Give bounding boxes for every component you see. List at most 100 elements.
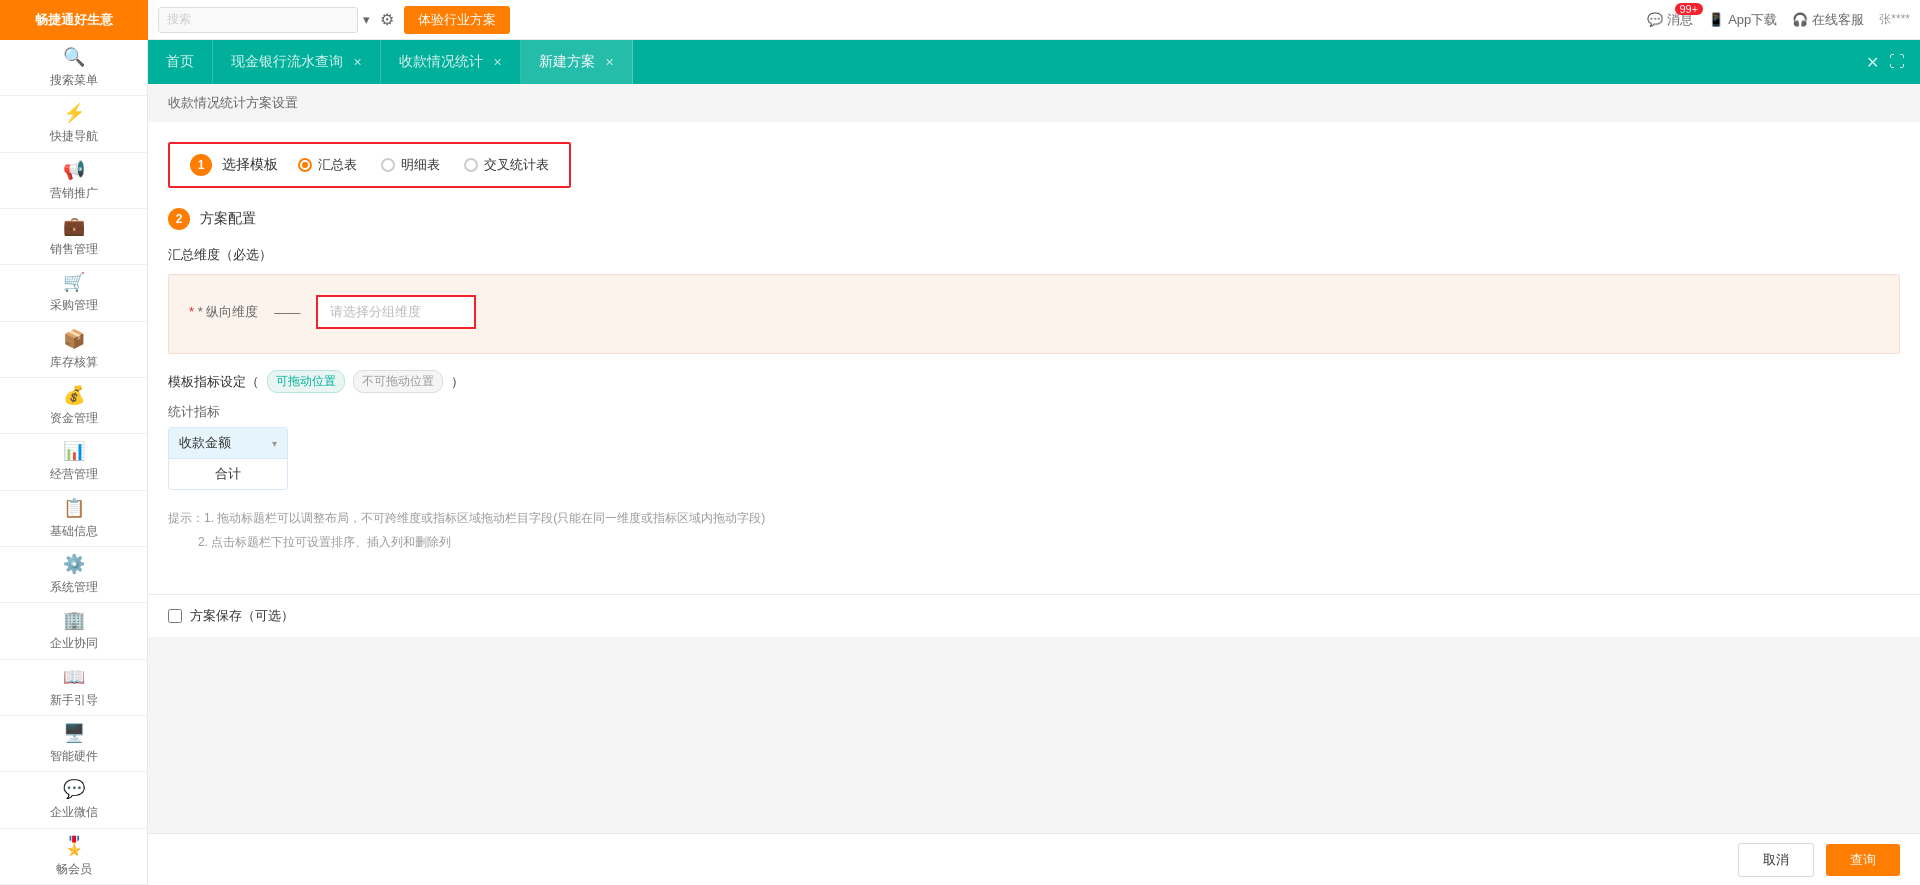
trial-button[interactable]: 体验行业方案 — [404, 6, 510, 34]
sidebar-item-label: 快捷导航 — [50, 128, 98, 145]
lightning-icon: ⚡ — [63, 102, 85, 124]
sidebar-item-member[interactable]: 🎖️ 畅会员 — [0, 829, 147, 885]
clipboard-icon: 📋 — [63, 497, 85, 519]
sidebar-item-label: 搜索菜单 — [50, 72, 98, 89]
tip-1: 提示：1. 拖动标题栏可以调整布局，不可跨维度或指标区域拖动栏目字段(只能在同一… — [168, 506, 1900, 530]
cart-icon: 🛒 — [63, 271, 85, 293]
radio-summary[interactable]: 汇总表 — [298, 156, 357, 174]
save-checkbox[interactable] — [168, 609, 182, 623]
book-icon: 📖 — [63, 666, 85, 688]
save-option-bar: 方案保存（可选） — [148, 594, 1920, 637]
headset-icon: 🎧 — [1792, 12, 1808, 27]
user-name: 张**** — [1879, 11, 1910, 28]
dimension-row: * * 纵向维度 —— 请选择分组维度 — [189, 295, 1879, 329]
tip-2: 2. 点击标题栏下拉可设置排序、插入列和删除列 — [168, 530, 1900, 554]
query-button[interactable]: 查询 — [1826, 844, 1900, 876]
sidebar-item-label: 企业微信 — [50, 804, 98, 821]
chart-icon: 📊 — [63, 440, 85, 462]
step1-box: 1 选择模板 汇总表 明细表 — [168, 142, 571, 188]
briefcase-icon: 💼 — [63, 215, 85, 237]
app-download-button[interactable]: 📱 App下载 — [1708, 11, 1777, 29]
sidebar-item-search[interactable]: 🔍 搜索菜单 — [0, 40, 147, 96]
sidebar-item-basicinfo[interactable]: 📋 基础信息 — [0, 491, 147, 547]
tab-home[interactable]: 首页 — [148, 40, 213, 84]
close-window-icon[interactable]: ✕ — [1866, 53, 1879, 72]
radio-crosstab[interactable]: 交叉统计表 — [464, 156, 549, 174]
step1-title: 选择模板 — [222, 156, 278, 174]
search-bar: 搜索 — [158, 7, 358, 33]
sidebar-item-label: 资金管理 — [50, 410, 98, 427]
header-right: 💬 消息 99+ 📱 App下载 🎧 在线客服 张**** — [1647, 11, 1910, 29]
tab-close-cashflow[interactable]: ✕ — [353, 56, 362, 69]
non-draggable-badge: 不可拖动位置 — [353, 370, 443, 393]
step2-title: 方案配置 — [200, 210, 256, 228]
main-card: 1 选择模板 汇总表 明细表 — [148, 122, 1920, 594]
sidebar-item-label: 畅会员 — [56, 861, 92, 878]
sidebar-item-guide[interactable]: 📖 新手引导 — [0, 660, 147, 716]
stats-cell-total: 合计 — [169, 459, 287, 489]
sidebar-item-hardware[interactable]: 🖥️ 智能硬件 — [0, 716, 147, 772]
sidebar-item-label: 库存核算 — [50, 354, 98, 371]
sidebar-item-management[interactable]: 📊 经营管理 — [0, 434, 147, 490]
box-icon: 📦 — [63, 328, 85, 350]
metrics-label-row: 模板指标设定（ 可拖动位置 不可拖动位置 ） — [168, 370, 1900, 393]
sidebar-item-inventory[interactable]: 📦 库存核算 — [0, 322, 147, 378]
sidebar-item-label: 经营管理 — [50, 466, 98, 483]
radio-label-summary: 汇总表 — [318, 156, 357, 174]
sidebar-item-system[interactable]: ⚙️ 系统管理 — [0, 547, 147, 603]
tab-close-receipt[interactable]: ✕ — [493, 56, 502, 69]
sidebar-item-label: 营销推广 — [50, 185, 98, 202]
megaphone-icon: 📢 — [63, 159, 85, 181]
sidebar-item-finance[interactable]: 💰 资金管理 — [0, 378, 147, 434]
tab-new-plan[interactable]: 新建方案 ✕ — [521, 40, 633, 84]
sidebar-item-cooperation[interactable]: 🏢 企业协同 — [0, 603, 147, 659]
dropdown-arrow-icon[interactable]: ▾ — [272, 438, 277, 449]
tab-bar: 首页 现金银行流水查询 ✕ 收款情况统计 ✕ 新建方案 ✕ ✕ ⛶ — [148, 40, 1920, 84]
monitor-icon: 🖥️ — [63, 722, 85, 744]
bottom-bar: 取消 查询 — [148, 833, 1920, 885]
metrics-setting: 模板指标设定（ 可拖动位置 不可拖动位置 ） 统计指标 — [168, 370, 1900, 490]
radio-circle-summary — [298, 158, 312, 172]
tab-cashflow[interactable]: 现金银行流水查询 ✕ — [213, 40, 381, 84]
chat-icon: 💬 — [1647, 12, 1663, 27]
sidebar-item-marketing[interactable]: 📢 营销推广 — [0, 153, 147, 209]
tab-receipt-stats[interactable]: 收款情况统计 ✕ — [381, 40, 521, 84]
radio-circle-crosstab — [464, 158, 478, 172]
step2-section: 2 方案配置 汇总维度（必选） * * 纵向维度 — [168, 208, 1900, 554]
tab-close-new[interactable]: ✕ — [605, 56, 614, 69]
online-service-button[interactable]: 🎧 在线客服 — [1792, 11, 1864, 29]
sidebar-item-label: 新手引导 — [50, 692, 98, 709]
radio-label-crosstab: 交叉统计表 — [484, 156, 549, 174]
sidebar-item-wechat[interactable]: 💬 企业微信 — [0, 772, 147, 828]
breadcrumb: 收款情况统计方案设置 — [148, 84, 1920, 122]
gear-icon[interactable]: ⚙ — [380, 10, 394, 29]
cancel-button[interactable]: 取消 — [1738, 843, 1814, 877]
window-controls: ✕ ⛶ — [1866, 53, 1920, 72]
sidebar-item-sales[interactable]: 💼 销售管理 — [0, 209, 147, 265]
step1-num: 1 — [190, 154, 212, 176]
sidebar-item-nav[interactable]: ⚡ 快捷导航 — [0, 96, 147, 152]
search-icon: 🔍 — [63, 46, 85, 68]
radio-circle-detail — [381, 158, 395, 172]
save-label: 方案保存（可选） — [190, 607, 294, 625]
sidebar-item-label: 销售管理 — [50, 241, 98, 258]
step2-num: 2 — [168, 208, 190, 230]
maximize-icon[interactable]: ⛶ — [1889, 53, 1905, 71]
page-content: 收款情况统计方案设置 1 选择模板 汇总表 — [148, 84, 1920, 833]
dimension-select[interactable]: 请选择分组维度 — [316, 295, 476, 329]
sidebar-item-label: 基础信息 — [50, 523, 98, 540]
stats-header-inner[interactable]: 收款金额 ▾ — [169, 428, 287, 458]
draggable-badge: 可拖动位置 — [267, 370, 345, 393]
message-button[interactable]: 💬 消息 99+ — [1647, 11, 1693, 29]
sidebar-item-purchase[interactable]: 🛒 采购管理 — [0, 265, 147, 321]
dimension-area: * * 纵向维度 —— 请选择分组维度 — [168, 274, 1900, 354]
stats-header: 收款金额 ▾ — [169, 428, 287, 459]
row-dimension-label: * * 纵向维度 — [189, 303, 258, 321]
header-dropdown-icon[interactable]: ▾ — [363, 12, 370, 27]
dimension-label: 汇总维度（必选） — [168, 246, 1900, 264]
sidebar-item-label: 企业协同 — [50, 635, 98, 652]
stats-section-title: 统计指标 — [168, 403, 1900, 421]
radio-detail[interactable]: 明细表 — [381, 156, 440, 174]
sidebar-item-label: 系统管理 — [50, 579, 98, 596]
content-area: 首页 现金银行流水查询 ✕ 收款情况统计 ✕ 新建方案 ✕ ✕ ⛶ — [148, 40, 1920, 885]
